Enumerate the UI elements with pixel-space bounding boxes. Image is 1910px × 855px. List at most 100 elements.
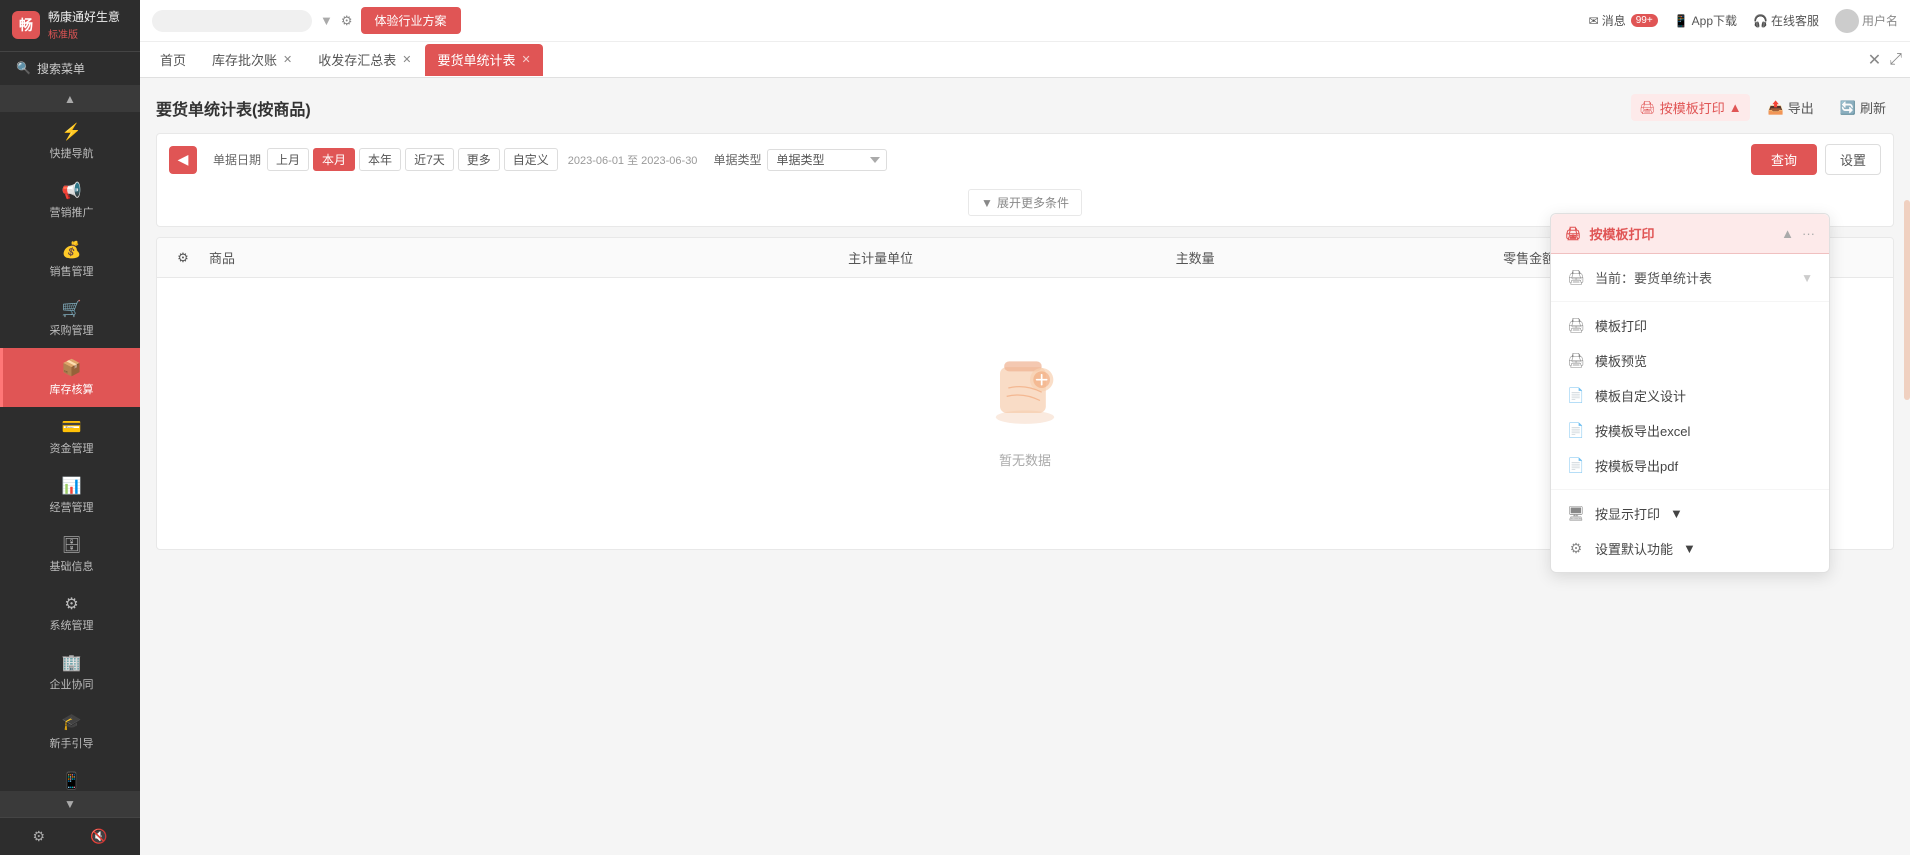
enterprise-icon: 🏢 — [62, 653, 82, 673]
sidebar-item-label: 系统管理 — [50, 617, 94, 633]
sidebar-item-finance[interactable]: 💳 资金管理 — [0, 407, 140, 466]
template-preview-label: 模板预览 — [1595, 351, 1813, 370]
dropdown-item-set-default[interactable]: ⚙ 设置默认功能 ▼ — [1551, 531, 1829, 566]
sidebar-item-newbie[interactable]: 🎓 新手引导 — [0, 702, 140, 761]
sidebar-item-shortcut[interactable]: ⚡ 快捷导航 — [0, 112, 140, 171]
set-default-label: 设置默认功能 — [1595, 539, 1673, 558]
dropdown-current-item[interactable]: 🖨 当前：要货单统计表 ▼ — [1551, 260, 1829, 295]
sidebar-item-inventory[interactable]: 📦 库存核算 — [0, 348, 140, 407]
date-btn-lastmonth[interactable]: 上月 — [267, 148, 309, 171]
app-download-btn[interactable]: 📱 App下载 — [1674, 12, 1737, 29]
date-btn-more[interactable]: 更多 — [458, 148, 500, 171]
sidebar-nav: ⚡ 快捷导航 📢 营销推广 💰 销售管理 🛒 采购管理 📦 库存核算 💳 资金管… — [0, 112, 140, 791]
tab-inventory-batch[interactable]: 库存批次账 ✕ — [200, 44, 304, 76]
page-actions: 🖨 按模板打印 ▲ 📤 导出 🔄 刷新 — [1631, 94, 1894, 121]
display-print-arrow: ▼ — [1670, 506, 1683, 521]
headset-icon: 🎧 — [1753, 14, 1768, 28]
window-close-icon[interactable]: ✕ — [1868, 50, 1881, 70]
dropdown-item-template-excel[interactable]: 📄 按模板导出excel — [1551, 413, 1829, 448]
tab-receipt-summary-close[interactable]: ✕ — [402, 53, 411, 66]
sidebar-item-marketing[interactable]: 📢 营销推广 — [0, 171, 140, 230]
scroll-down-btn[interactable]: ▼ — [0, 791, 140, 817]
message-badge: 99+ — [1631, 14, 1658, 27]
sidebar-item-operations[interactable]: 📊 经营管理 — [0, 466, 140, 525]
tab-order-stats[interactable]: 要货单统计表 ✕ — [425, 44, 542, 76]
sidebar-search[interactable]: 🔍 搜索菜单 — [0, 52, 140, 86]
print-header-icon: 🖨 — [1565, 226, 1582, 242]
display-print-icon: 🖥 — [1567, 505, 1585, 522]
scroll-up-btn[interactable]: ▲ — [0, 86, 140, 112]
date-btn-thisyear[interactable]: 本年 — [359, 148, 401, 171]
sidebar-item-purchase[interactable]: 🛒 采购管理 — [0, 289, 140, 348]
order-type-select[interactable]: 单据类型 — [767, 149, 887, 171]
print-template-btn[interactable]: 🖨 按模板打印 ▲ — [1631, 94, 1749, 121]
set-default-arrow: ▼ — [1683, 541, 1696, 556]
sidebar-item-label: 基础信息 — [50, 558, 94, 574]
dropdown-up-icon[interactable]: ▲ — [1781, 226, 1794, 241]
dropdown-item-template-pdf[interactable]: 📄 按模板导出pdf — [1551, 448, 1829, 483]
online-service-btn[interactable]: 🎧 在线客服 — [1753, 12, 1819, 29]
date-btn-custom[interactable]: 自定义 — [504, 148, 558, 171]
date-btn-7days[interactable]: 近7天 — [405, 148, 454, 171]
sales-icon: 💰 — [62, 240, 82, 260]
search-icon: 🔍 — [16, 61, 31, 75]
filter-date: 单据日期 上月 本月 本年 近7天 更多 自定义 2023-06-01 至 20… — [213, 148, 697, 171]
message-label: 消息 — [1602, 12, 1626, 29]
sidebar-item-system[interactable]: ⚙ 系统管理 — [0, 584, 140, 643]
online-service-label: 在线客服 — [1771, 12, 1819, 29]
refresh-label: 刷新 — [1860, 98, 1886, 117]
sidebar-item-appstore[interactable]: 📱 应用中心 — [0, 761, 140, 791]
dropdown-item-template-preview[interactable]: 🖨 模板预览 — [1551, 343, 1829, 378]
expand-more-btn[interactable]: ▼ 展开更多条件 — [968, 189, 1082, 216]
scroll-down-arrow[interactable]: ▼ — [0, 795, 140, 813]
settings-icon[interactable]: ⚙ — [33, 828, 46, 845]
dropdown-item-template-print[interactable]: 🖨 模板打印 — [1551, 308, 1829, 343]
dropdown-expand-section: 🖥 按显示打印 ▼ ⚙ 设置默认功能 ▼ — [1551, 490, 1829, 572]
dropdown-arrow-icon[interactable]: ▼ — [320, 13, 333, 28]
right-scrollbar[interactable] — [1904, 200, 1910, 400]
user-avatar-btn[interactable]: 用户名 — [1835, 9, 1898, 33]
dropdown-print-section: 🖨 模板打印 🖨 模板预览 📄 模板自定义设计 📄 按模板导出excel 📄 — [1551, 302, 1829, 490]
mute-icon[interactable]: 🔇 — [90, 828, 107, 845]
tab-order-stats-close[interactable]: ✕ — [522, 53, 531, 66]
template-custom-label: 模板自定义设计 — [1595, 386, 1813, 405]
tab-inventory-batch-close[interactable]: ✕ — [283, 53, 292, 66]
date-label: 单据日期 — [213, 151, 261, 168]
export-label: 导出 — [1788, 98, 1814, 117]
order-type-label: 单据类型 — [713, 151, 761, 168]
window-expand-icon[interactable]: ⤢ — [1889, 51, 1902, 69]
export-icon: 📤 — [1768, 100, 1784, 116]
sidebar-item-sales[interactable]: 💰 销售管理 — [0, 230, 140, 289]
sidebar-item-basic[interactable]: 🗄 基础信息 — [0, 525, 140, 584]
sidebar-item-label: 资金管理 — [50, 440, 94, 456]
message-btn[interactable]: ✉ 消息 99+ — [1589, 12, 1658, 29]
dropdown-more-icon[interactable]: ··· — [1802, 226, 1815, 241]
sidebar-item-label: 库存核算 — [50, 381, 94, 397]
col-settings[interactable]: ⚙ — [165, 250, 201, 266]
col-qty-header: 主数量 — [1168, 248, 1496, 267]
dropdown-item-template-custom[interactable]: 📄 模板自定义设计 — [1551, 378, 1829, 413]
dropdown-item-display-print[interactable]: 🖥 按显示打印 ▼ — [1551, 496, 1829, 531]
settings-button[interactable]: 设置 — [1825, 144, 1881, 175]
scroll-up-arrow[interactable]: ▲ — [0, 90, 140, 108]
date-btn-thismonth[interactable]: 本月 — [313, 148, 355, 171]
tab-receipt-summary[interactable]: 收发存汇总表 ✕ — [306, 44, 423, 76]
tab-home[interactable]: 首页 — [148, 44, 198, 76]
export-btn[interactable]: 📤 导出 — [1760, 94, 1822, 121]
main-content: ▼ ⚙ 体验行业方案 ✉ 消息 99+ 📱 App下载 🎧 在线客服 用户名 — [140, 0, 1910, 855]
expand-label: 展开更多条件 — [997, 194, 1069, 211]
settings-gear-icon[interactable]: ⚙ — [341, 13, 353, 29]
sidebar-item-enterprise[interactable]: 🏢 企业协同 — [0, 643, 140, 702]
purchase-icon: 🛒 — [62, 299, 82, 319]
empty-illustration — [975, 338, 1075, 438]
sidebar-item-label: 企业协同 — [50, 676, 94, 692]
top-bar-left: ▼ ⚙ 体验行业方案 — [152, 7, 461, 34]
top-search-input[interactable] — [152, 10, 312, 32]
query-button[interactable]: 查询 — [1751, 144, 1817, 175]
filter-expand-toggle[interactable]: ◀ — [169, 146, 197, 174]
page-header: 要货单统计表(按商品) 🖨 按模板打印 ▲ 📤 导出 🔄 刷新 — [156, 94, 1894, 121]
trial-button[interactable]: 体验行业方案 — [361, 7, 461, 34]
filter-order-type: 单据类型 单据类型 — [713, 149, 887, 171]
inventory-icon: 📦 — [62, 358, 82, 378]
refresh-btn[interactable]: 🔄 刷新 — [1832, 94, 1894, 121]
